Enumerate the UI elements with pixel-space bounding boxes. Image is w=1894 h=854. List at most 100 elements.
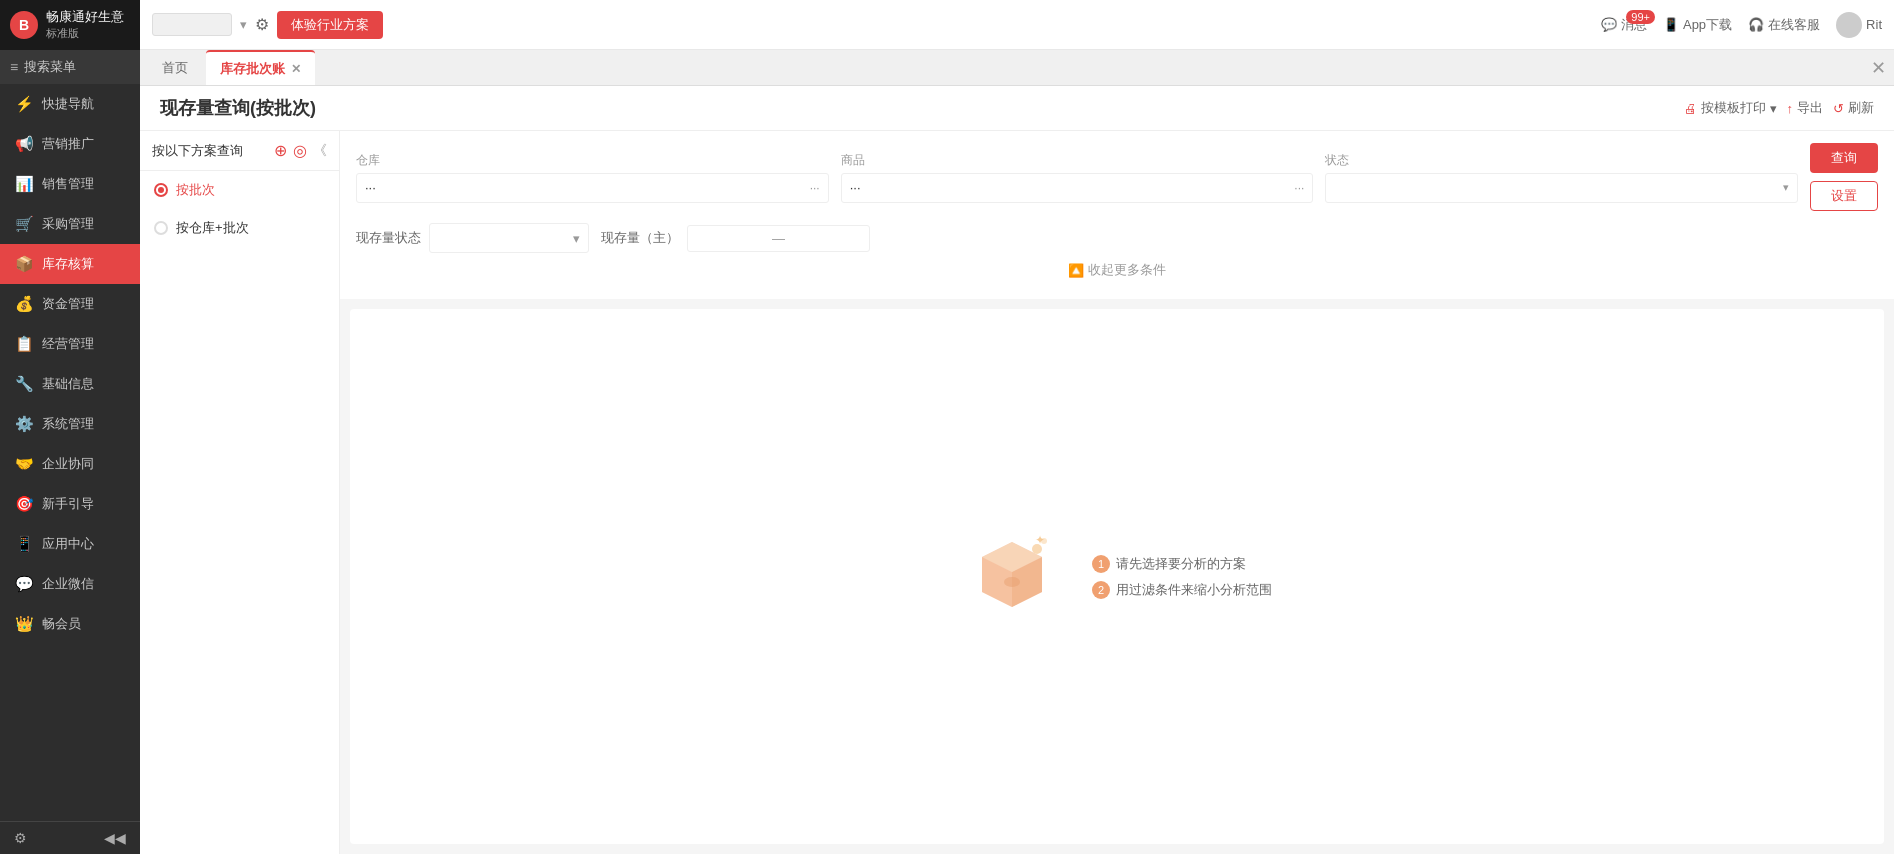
stock-status-label: 现存量状态 [356,229,421,247]
sidebar-item-member[interactable]: 👑 畅会员 [0,604,140,644]
system-icon: ⚙️ [14,414,34,434]
edition-label: 标准版 [46,26,124,40]
goods-dots-icon: ··· [1294,181,1304,195]
sidebar-item-quick-nav[interactable]: ⚡ 快捷导航 [0,84,140,124]
sidebar-item-marketing[interactable]: 📢 营销推广 [0,124,140,164]
app-download-item[interactable]: 📱 App下载 [1663,16,1732,34]
print-btn[interactable]: 🖨 按模板打印 ▾ [1684,99,1777,117]
goods-placeholder: ··· [850,180,861,195]
stock-qty-max-input[interactable] [791,231,861,246]
user-profile-item[interactable]: Rit [1836,12,1882,38]
nav-label: 新手引导 [42,495,94,513]
inventory-batch-tab-label: 库存批次账 [220,60,285,78]
collapse-sidebar-button[interactable]: ◀◀ [104,830,126,846]
collapse-conditions-row[interactable]: 🔼 收起更多条件 [356,253,1878,287]
add-scheme-icon[interactable]: ⊕ [274,141,287,160]
condition-row-2: 现存量状态 ▾ 现存量（主） — [356,223,1878,253]
finance-icon: 💰 [14,294,34,314]
status-input[interactable]: ▾ [1325,173,1798,203]
breadcrumb-input[interactable] [152,13,232,36]
online-service-item[interactable]: 🎧 在线客服 [1748,16,1820,34]
user-name: Rit [1866,17,1882,32]
tab-inventory-batch[interactable]: 库存批次账 ✕ [206,50,315,85]
sidebar-item-purchase[interactable]: 🛒 采购管理 [0,204,140,244]
page-actions: 🖨 按模板打印 ▾ ↑ 导出 ↺ 刷新 [1684,99,1875,117]
warehouse-dots-icon: ··· [810,181,820,195]
apps-icon: 📱 [14,534,34,554]
filter-item-by-warehouse-batch[interactable]: 按仓库+批次 [140,209,339,247]
sidebar-item-operations[interactable]: 📋 经营管理 [0,324,140,364]
nav-label: 营销推广 [42,135,94,153]
sidebar-item-system[interactable]: ⚙️ 系统管理 [0,404,140,444]
sidebar-item-sales[interactable]: 📊 销售管理 [0,164,140,204]
sidebar-item-apps[interactable]: 📱 应用中心 [0,524,140,564]
sidebar-bottom: ⚙ ◀◀ [0,821,140,854]
stock-status-condition: 现存量状态 ▾ [356,223,589,253]
sidebar-item-finance[interactable]: 💰 资金管理 [0,284,140,324]
sidebar-item-newbie[interactable]: 🎯 新手引导 [0,484,140,524]
page-title: 现存量查询(按批次) [160,96,316,120]
gear-icon[interactable]: ⚙ [255,15,269,34]
experience-btn[interactable]: 体验行业方案 [277,11,383,39]
page-header: 现存量查询(按批次) 🖨 按模板打印 ▾ ↑ 导出 ↺ 刷新 [140,86,1894,131]
empty-state: ✦ 1 请先选择要分析的方案 2 用过滤条件来缩小分析范围 [350,309,1884,844]
print-icon: 🖨 [1684,101,1697,116]
filter-label-by-warehouse-batch: 按仓库+批次 [176,219,249,237]
tab-home[interactable]: 首页 [148,50,202,85]
tip-text-2: 用过滤条件来缩小分析范围 [1116,581,1272,599]
nav-label: 快捷导航 [42,95,94,113]
nav-label: 销售管理 [42,175,94,193]
topbar-right: 💬 消息 99+ 📱 App下载 🎧 在线客服 Rit [1601,12,1882,38]
nav-label: 系统管理 [42,415,94,433]
range-dash: — [772,231,785,246]
sales-icon: 📊 [14,174,34,194]
filter-item-by-batch[interactable]: 按批次 [140,171,339,209]
sidebar-search[interactable]: ≡ 搜索菜单 [0,50,140,84]
sidebar-nav: ⚡ 快捷导航 📢 营销推广 📊 销售管理 🛒 采购管理 📦 库存核算 💰 资金管… [0,84,140,821]
message-icon: 💬 [1601,17,1617,32]
goods-input[interactable]: ··· ··· [841,173,1314,203]
scheme-settings-icon[interactable]: ◎ [293,141,307,160]
sidebar-item-basic[interactable]: 🔧 基础信息 [0,364,140,404]
search-icon: ≡ [10,59,18,75]
panel-collapse-icon[interactable]: 《 [313,142,327,160]
nav-label: 企业协同 [42,455,94,473]
warehouse-placeholder: ··· [365,180,376,195]
quick-nav-icon: ⚡ [14,94,34,114]
tab-close-icon[interactable]: ✕ [291,62,301,76]
stock-qty-label: 现存量（主） [601,229,679,247]
tab-close-panel-icon[interactable]: ✕ [1871,57,1886,79]
filter-panel-header: 按以下方案查询 ⊕ ◎ 《 [140,131,339,171]
newbie-icon: 🎯 [14,494,34,514]
status-arrow-icon: ▾ [1783,181,1789,194]
query-btn[interactable]: 查询 [1810,143,1878,173]
settings-condition-btn[interactable]: 设置 [1810,181,1878,211]
app-download-icon: 📱 [1663,17,1679,32]
export-btn[interactable]: ↑ 导出 [1787,99,1824,117]
company-name: 畅康通好生意 [46,9,124,26]
messages-item[interactable]: 💬 消息 99+ [1601,16,1647,34]
empty-state-content: ✦ 1 请先选择要分析的方案 2 用过滤条件来缩小分析范围 [962,527,1272,627]
empty-tip-2: 2 用过滤条件来缩小分析范围 [1092,581,1272,599]
empty-svg-icon: ✦ [962,527,1062,627]
collapse-conditions-label: 收起更多条件 [1088,261,1166,279]
refresh-label: 刷新 [1848,99,1874,117]
home-tab-label: 首页 [162,59,188,77]
nav-label: 采购管理 [42,215,94,233]
sidebar-item-inventory[interactable]: 📦 库存核算 [0,244,140,284]
settings-button[interactable]: ⚙ [14,830,27,846]
stock-status-arrow-icon: ▾ [573,231,580,246]
refresh-btn[interactable]: ↺ 刷新 [1833,99,1874,117]
condition-row-1: 仓库 ··· ··· 商品 ··· ··· [356,143,1878,211]
sidebar-item-wechat[interactable]: 💬 企业微信 [0,564,140,604]
nav-label: 经营管理 [42,335,94,353]
dropdown-icon[interactable]: ▾ [240,17,247,32]
stock-status-select[interactable]: ▾ [429,223,589,253]
nav-label: 畅会员 [42,615,81,633]
filter-radio-by-batch [154,183,168,197]
warehouse-input[interactable]: ··· ··· [356,173,829,203]
stock-qty-min-input[interactable] [696,231,766,246]
message-badge: 99+ [1626,10,1655,24]
sidebar-item-enterprise[interactable]: 🤝 企业协同 [0,444,140,484]
print-dropdown-icon[interactable]: ▾ [1770,101,1777,116]
